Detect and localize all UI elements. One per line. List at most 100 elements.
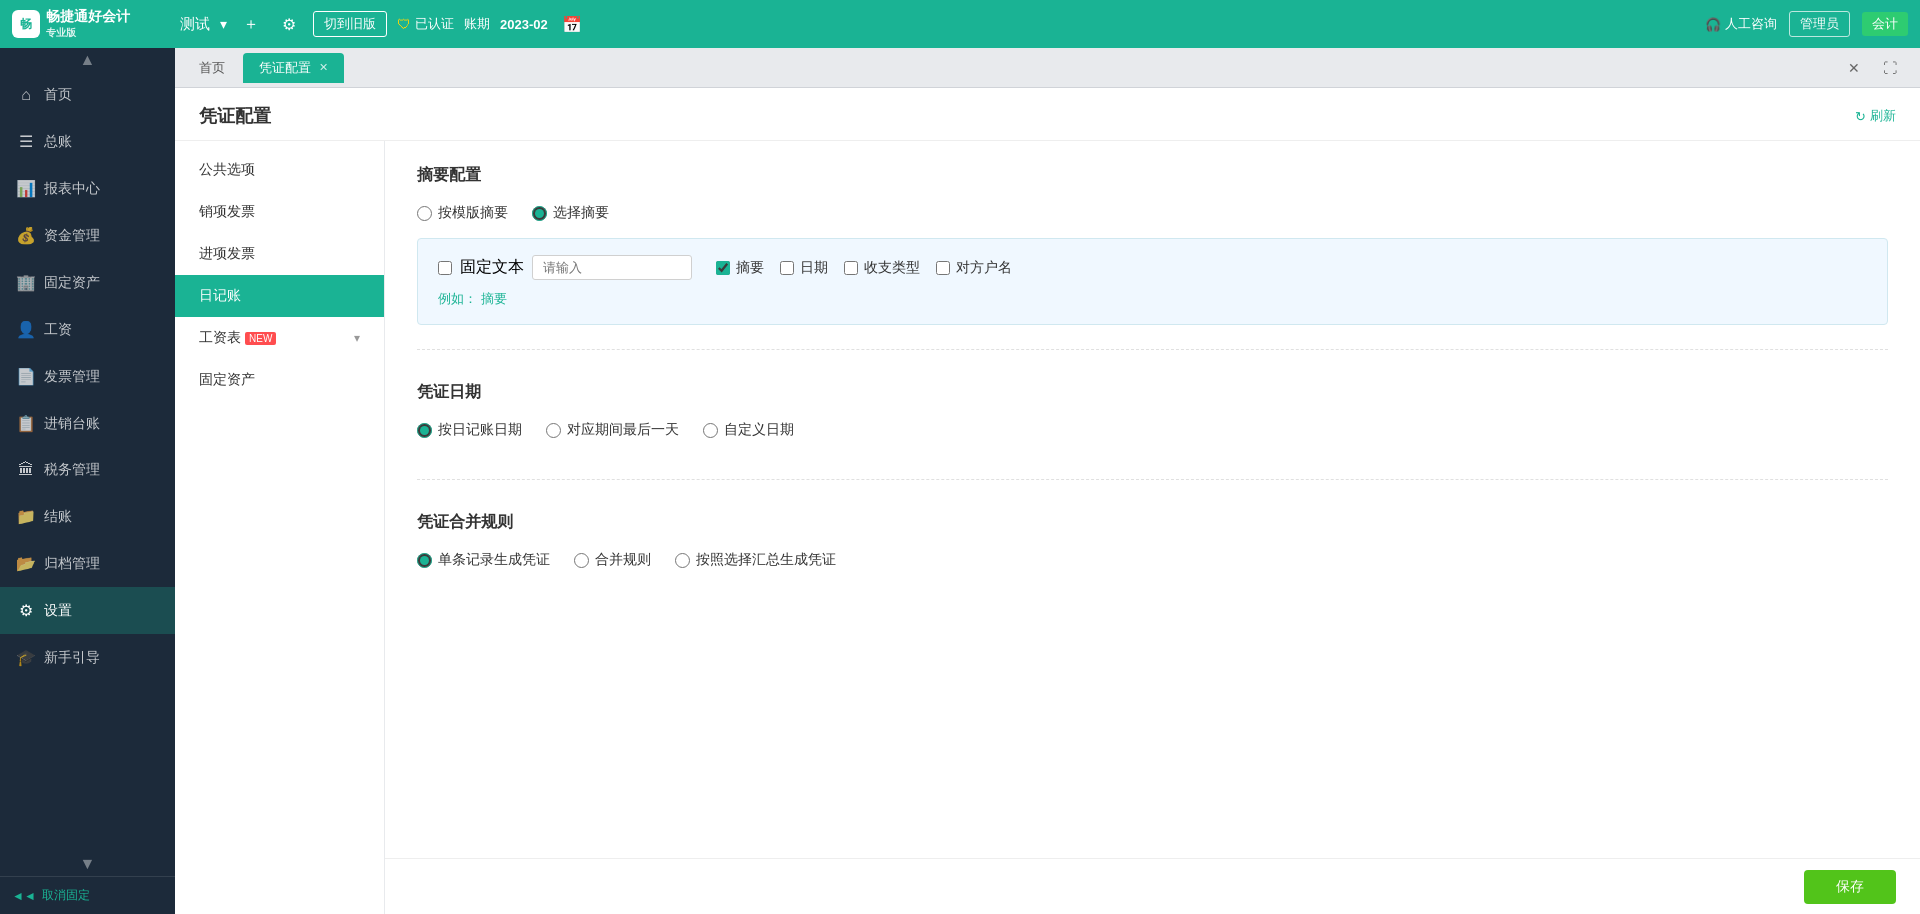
sidebar-scroll-up[interactable]: ▲ <box>0 48 175 72</box>
summary-checkbox[interactable] <box>716 261 730 275</box>
fixed-text-checkbox[interactable] <box>438 261 452 275</box>
merge-rule-radio[interactable] <box>574 553 589 568</box>
left-nav-fixed-assets[interactable]: 固定资产 <box>175 359 384 401</box>
checkbox-income-type[interactable]: 收支类型 <box>844 259 920 277</box>
page-title: 凭证配置 <box>199 104 271 128</box>
counterpart-checkbox-label: 对方户名 <box>956 259 1012 277</box>
left-nav-payroll[interactable]: 工资表 NEW ▾ <box>175 317 384 359</box>
summary-select-label: 选择摘要 <box>553 204 609 222</box>
sidebar-item-archive[interactable]: 📂 归档管理 <box>0 540 175 587</box>
main-layout: ▲ ⌂ 首页 ☰ 总账 📊 报表中心 💰 资金管理 🏢 固定资产 <box>0 48 1920 914</box>
tab-home[interactable]: 首页 <box>183 53 241 83</box>
salary-icon: 👤 <box>16 320 36 339</box>
settings-btn[interactable]: ⚙ <box>275 10 303 38</box>
date-lastday-radio[interactable] <box>546 423 561 438</box>
sidebar-item-salary-label: 工资 <box>44 321 72 339</box>
date-checkbox[interactable] <box>780 261 794 275</box>
date-config-section: 凭证日期 按日记账日期 对应期间最后一天 <box>417 382 1888 480</box>
archive-icon: 📂 <box>16 554 36 573</box>
sidebar: ▲ ⌂ 首页 ☰ 总账 📊 报表中心 💰 资金管理 🏢 固定资产 <box>0 48 175 914</box>
sidebar-item-fund[interactable]: 💰 资金管理 <box>0 212 175 259</box>
fixed-text-input[interactable] <box>532 255 692 280</box>
sidebar-item-home[interactable]: ⌂ 首页 <box>0 72 175 118</box>
cancel-fixed-btn[interactable]: ◄◄ 取消固定 <box>0 876 175 914</box>
admin-btn[interactable]: 管理员 <box>1789 11 1850 37</box>
left-nav-fixed-assets-label: 固定资产 <box>199 371 255 387</box>
checkbox-counterpart[interactable]: 对方户名 <box>936 259 1012 277</box>
summary-options-box: 固定文本 摘要 日期 <box>417 238 1888 325</box>
tab-close-btn[interactable]: ✕ <box>319 61 328 74</box>
left-nav-sales-invoice[interactable]: 销项发票 <box>175 191 384 233</box>
topbar: 畅 畅捷通好会计 专业版 测试 ▾ ＋ ⚙ 切到旧版 🛡 已认证 账期 2023… <box>0 0 1920 48</box>
sidebar-item-reports-label: 报表中心 <box>44 180 100 198</box>
accountant-btn[interactable]: 会计 <box>1862 12 1908 36</box>
date-custom-radio[interactable] <box>703 423 718 438</box>
income-type-checkbox[interactable] <box>844 261 858 275</box>
merge-single-radio[interactable] <box>417 553 432 568</box>
tab-bar: 首页 凭证配置 ✕ ✕ ⛶ <box>175 48 1920 88</box>
close-window-btn[interactable]: ✕ <box>1840 54 1868 82</box>
summary-config-section: 摘要配置 按模版摘要 选择摘要 <box>417 165 1888 350</box>
sidebar-item-sales-label: 进销台账 <box>44 415 100 433</box>
summary-checkbox-label: 摘要 <box>736 259 764 277</box>
summary-template-option[interactable]: 按模版摘要 <box>417 204 508 222</box>
ledger-icon: ☰ <box>16 132 36 151</box>
left-nav-purchase-invoice[interactable]: 进项发票 <box>175 233 384 275</box>
date-custom-option[interactable]: 自定义日期 <box>703 421 794 439</box>
merge-radio-group: 单条记录生成凭证 合并规则 按照选择汇总生成凭证 <box>417 551 1888 569</box>
date-journal-option[interactable]: 按日记账日期 <box>417 421 522 439</box>
topbar-center: 测试 ▾ ＋ ⚙ 切到旧版 🛡 已认证 账期 2023-02 📅 <box>180 10 1697 38</box>
merge-rule-option[interactable]: 合并规则 <box>574 551 651 569</box>
summary-template-radio[interactable] <box>417 206 432 221</box>
refresh-btn[interactable]: ↻ 刷新 <box>1855 107 1896 125</box>
sidebar-item-ledger[interactable]: ☰ 总账 <box>0 118 175 165</box>
left-nav-public[interactable]: 公共选项 <box>175 149 384 191</box>
sidebar-item-settings-label: 设置 <box>44 602 72 620</box>
sidebar-item-ledger-label: 总账 <box>44 133 72 151</box>
checkbox-date[interactable]: 日期 <box>780 259 828 277</box>
old-version-btn[interactable]: 切到旧版 <box>313 11 387 37</box>
summary-select-option[interactable]: 选择摘要 <box>532 204 609 222</box>
calendar-btn[interactable]: 📅 <box>558 10 586 38</box>
sidebar-item-guide[interactable]: 🎓 新手引导 <box>0 634 175 681</box>
sidebar-item-home-label: 首页 <box>44 86 72 104</box>
inner-layout: 公共选项 销项发票 进项发票 日记账 工资表 NEW <box>175 141 1920 914</box>
left-nav-journal[interactable]: 日记账 <box>175 275 384 317</box>
guide-icon: 🎓 <box>16 648 36 667</box>
date-custom-label: 自定义日期 <box>724 421 794 439</box>
sidebar-item-reports[interactable]: 📊 报表中心 <box>0 165 175 212</box>
sidebar-item-settings[interactable]: ⚙ 设置 <box>0 587 175 634</box>
add-btn[interactable]: ＋ <box>237 10 265 38</box>
sidebar-item-assets[interactable]: 🏢 固定资产 <box>0 259 175 306</box>
sidebar-item-invoice[interactable]: 📄 发票管理 <box>0 353 175 400</box>
maximize-btn[interactable]: ⛶ <box>1876 54 1904 82</box>
sidebar-item-close[interactable]: 📁 结账 <box>0 493 175 540</box>
sidebar-scroll-down[interactable]: ▼ <box>0 852 175 876</box>
merge-single-option[interactable]: 单条记录生成凭证 <box>417 551 550 569</box>
save-btn[interactable]: 保存 <box>1804 870 1896 904</box>
counterpart-checkbox[interactable] <box>936 261 950 275</box>
sidebar-item-salary[interactable]: 👤 工资 <box>0 306 175 353</box>
company-dropdown-btn[interactable]: ▾ <box>220 16 227 32</box>
date-journal-radio[interactable] <box>417 423 432 438</box>
consult-btn[interactable]: 🎧 人工咨询 <box>1705 15 1777 33</box>
fixed-text-label: 固定文本 <box>460 257 524 278</box>
example-prefix: 例如： <box>438 291 477 306</box>
merge-summary-option[interactable]: 按照选择汇总生成凭证 <box>675 551 836 569</box>
merge-summary-radio[interactable] <box>675 553 690 568</box>
home-icon: ⌂ <box>16 86 36 104</box>
period-label: 账期 <box>464 15 490 33</box>
sidebar-item-sales[interactable]: 📋 进销台账 <box>0 400 175 447</box>
tab-voucher-config[interactable]: 凭证配置 ✕ <box>243 53 344 83</box>
fixed-text-group: 固定文本 <box>438 255 692 280</box>
date-lastday-option[interactable]: 对应期间最后一天 <box>546 421 679 439</box>
income-type-checkbox-label: 收支类型 <box>864 259 920 277</box>
assets-icon: 🏢 <box>16 273 36 292</box>
sidebar-item-tax[interactable]: 🏛 税务管理 <box>0 447 175 493</box>
checkbox-summary[interactable]: 摘要 <box>716 259 764 277</box>
summary-select-radio[interactable] <box>532 206 547 221</box>
new-badge: NEW <box>245 332 276 345</box>
tab-home-label: 首页 <box>199 59 225 77</box>
consult-label: 人工咨询 <box>1725 15 1777 33</box>
date-lastday-label: 对应期间最后一天 <box>567 421 679 439</box>
